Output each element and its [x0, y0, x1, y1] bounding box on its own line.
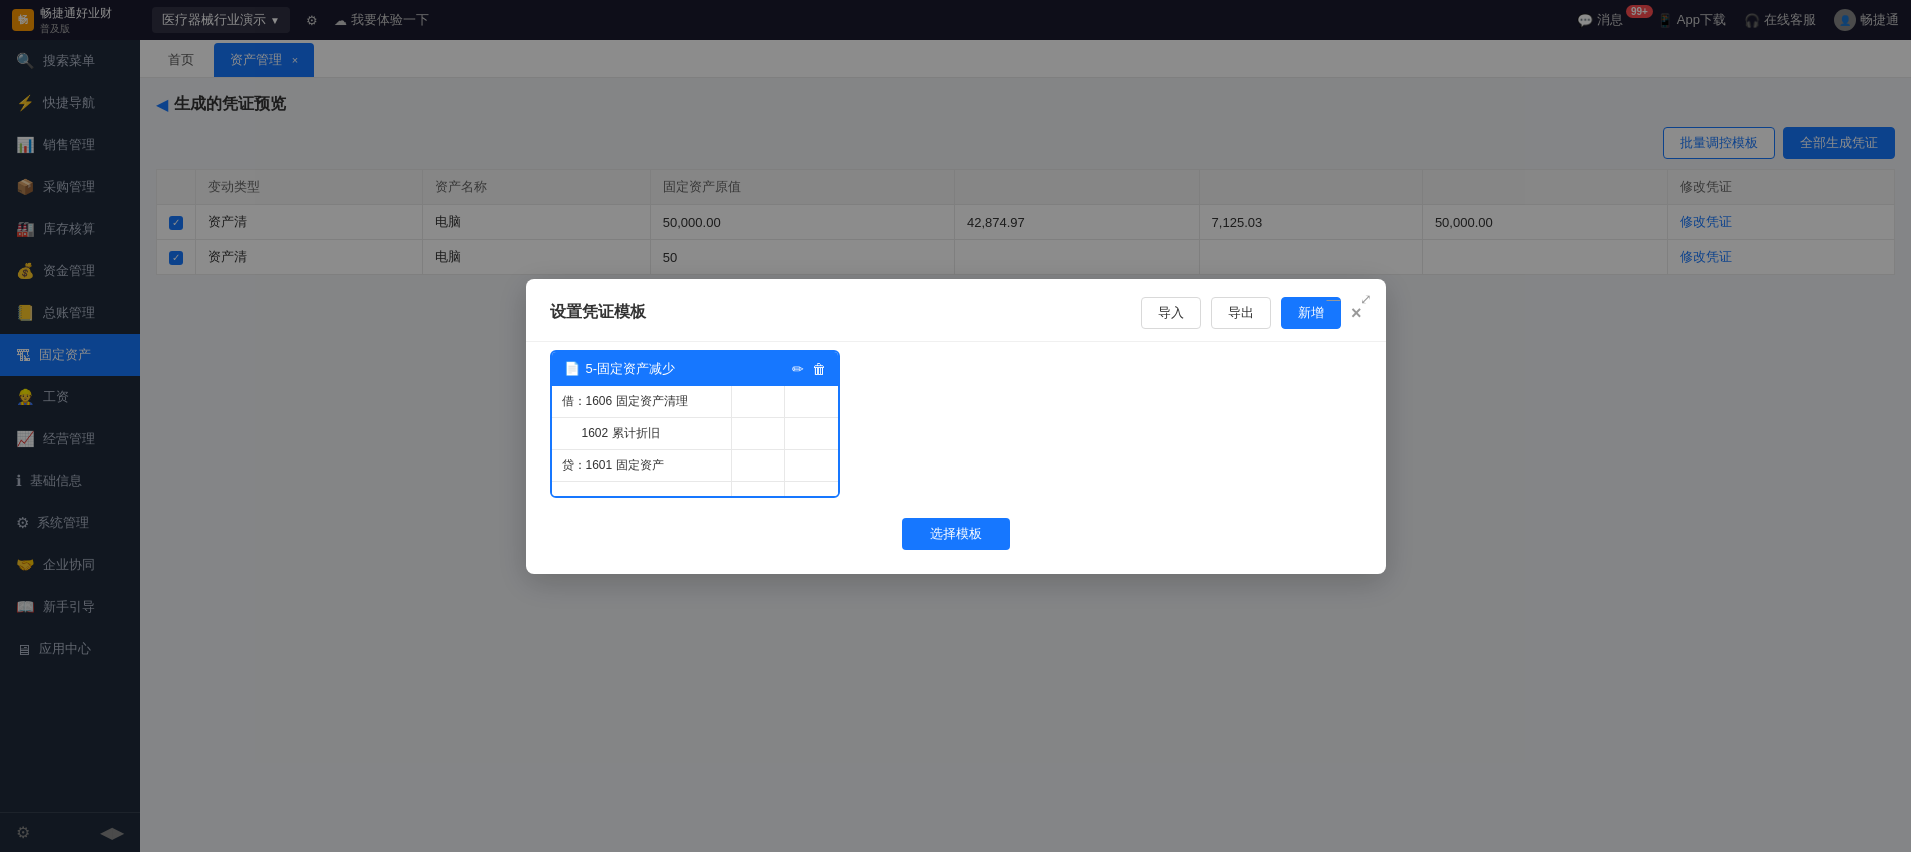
entry2-credit: [785, 418, 838, 449]
select-template-btn-area: 选择模板: [550, 518, 1362, 550]
template-card-actions: ✏ 🗑: [792, 361, 826, 377]
entry4-debit: [732, 482, 785, 496]
template-entry-row: 1602 累计折旧: [552, 418, 838, 450]
entry1-debit: [732, 386, 785, 417]
template-card-body: 借：1606 固定资产清理 1602 累计折旧: [552, 386, 838, 496]
entry2-account: 1602 累计折旧: [552, 418, 732, 449]
edit-template-icon[interactable]: ✏: [792, 361, 804, 377]
template-title: 5-固定资产减少: [586, 360, 676, 378]
dialog: — ⤢ 设置凭证模板 导入 导出 新增 × 📄 5-固定资产减少: [526, 279, 1386, 574]
entry1-account: 借：1606 固定资产清理: [552, 386, 732, 417]
entry1-credit: [785, 386, 838, 417]
template-entry-row: 借：1606 固定资产清理: [552, 386, 838, 418]
entry4-account: [552, 482, 732, 496]
dialog-title: 设置凭证模板: [550, 302, 646, 323]
entry4-credit: [785, 482, 838, 496]
template-doc-icon: 📄: [564, 361, 580, 376]
export-btn[interactable]: 导出: [1211, 297, 1271, 329]
template-entry-empty-row: [552, 482, 838, 496]
window-controls: — ⤢: [1322, 287, 1378, 311]
delete-template-icon[interactable]: 🗑: [812, 361, 826, 377]
maximize-btn[interactable]: ⤢: [1354, 287, 1378, 311]
minimize-btn[interactable]: —: [1322, 287, 1346, 311]
import-btn[interactable]: 导入: [1141, 297, 1201, 329]
dialog-body: 📄 5-固定资产减少 ✏ 🗑 借：1606 固定资产清理: [526, 342, 1386, 574]
template-entry-row: 贷：1601 固定资产: [552, 450, 838, 482]
template-card: 📄 5-固定资产减少 ✏ 🗑 借：1606 固定资产清理: [550, 350, 840, 498]
dialog-overlay: — ⤢ 设置凭证模板 导入 导出 新增 × 📄 5-固定资产减少: [0, 0, 1911, 852]
entry3-debit: [732, 450, 785, 481]
dialog-header: 设置凭证模板 导入 导出 新增 ×: [526, 279, 1386, 342]
select-template-btn[interactable]: 选择模板: [902, 518, 1010, 550]
entry3-account: 贷：1601 固定资产: [552, 450, 732, 481]
entry3-credit: [785, 450, 838, 481]
template-card-header: 📄 5-固定资产减少 ✏ 🗑: [552, 352, 838, 386]
template-header-left: 📄 5-固定资产减少: [564, 360, 676, 378]
entry2-debit: [732, 418, 785, 449]
